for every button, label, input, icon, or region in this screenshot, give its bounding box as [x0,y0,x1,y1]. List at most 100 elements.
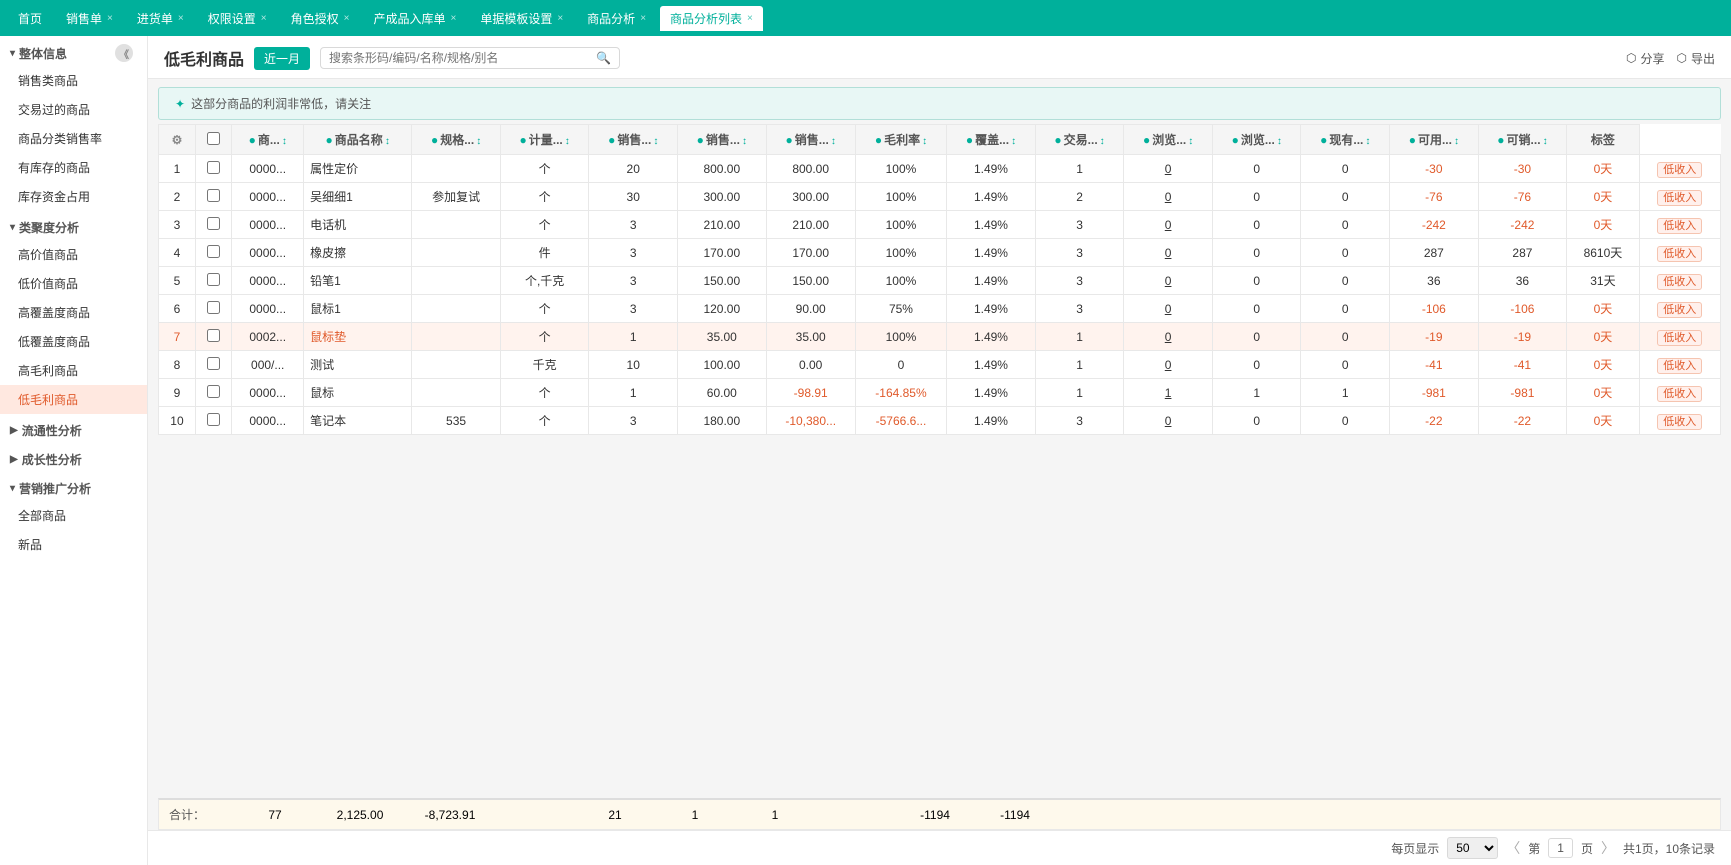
row-gross-rate: 1.49% [947,295,1036,323]
col-avail[interactable]: ●可用...↕ [1390,125,1479,155]
table-row: 10000...属性定价个20800.00800.00100%1.49%1000… [159,155,1721,183]
col-gross[interactable]: ●毛利率↕ [855,125,946,155]
export-button[interactable]: ⬡ 导出 [1677,50,1716,67]
table-container: ⚙ ●商...↕ ●商品名称↕ ●规格...↕ ●计量...↕ ●销售...↕ … [158,124,1721,798]
col-name[interactable]: ●商品名称↕ [304,125,412,155]
nav-close-analysis[interactable]: × [640,13,646,24]
nav-close-analysis-list[interactable]: × [747,13,753,24]
row-gross-rate: 1.49% [947,267,1036,295]
nav-close-roles[interactable]: × [344,13,350,24]
sidebar: ▾ 整体信息 《 销售类商品 交易过的商品 商品分类销售率 有库存的商品 库存资… [0,36,148,865]
row-gross-rate: 1.49% [947,323,1036,351]
col-browse1[interactable]: ●浏览...↕ [1124,125,1213,155]
col-settings[interactable]: ⚙ [159,125,196,155]
sidebar-group-overall[interactable]: ▾ 整体信息 《 [0,36,147,66]
col-days[interactable]: ●可销...↕ [1478,125,1567,155]
share-button[interactable]: ⬡ 分享 [1626,50,1665,67]
row-checkbox[interactable] [207,301,220,314]
nav-analysis-list[interactable]: 商品分析列表 × [660,6,763,31]
row-spec [412,267,501,295]
next-page-btn[interactable]: 〉 [1601,838,1615,858]
col-price[interactable]: ●销售...↕ [678,125,767,155]
row-checkbox[interactable] [207,413,220,426]
sidebar-item-high-value[interactable]: 高价值商品 [0,240,147,269]
nav-home[interactable]: 首页 [8,6,52,31]
trade-link[interactable]: 0 [1165,246,1172,260]
per-page-select[interactable]: 50 100 200 [1447,837,1498,859]
row-num: 7 [159,323,196,351]
nav-template[interactable]: 单据模板设置 × [470,6,573,31]
row-checkbox[interactable] [207,245,220,258]
sidebar-item-sales-goods[interactable]: 销售类商品 [0,66,147,95]
col-qty[interactable]: ●销售...↕ [589,125,678,155]
trade-link[interactable]: 0 [1165,218,1172,232]
trade-link[interactable]: 0 [1165,330,1172,344]
nav-sales[interactable]: 销售单 × [56,6,123,31]
sidebar-group-flow[interactable]: ▶ 流通性分析 [0,414,147,443]
row-checkbox[interactable] [207,273,220,286]
sidebar-item-low-coverage[interactable]: 低覆盖度商品 [0,327,147,356]
trade-link[interactable]: 0 [1165,358,1172,372]
col-sales[interactable]: ●销售...↕ [766,125,855,155]
row-checkbox-cell [195,155,231,183]
nav-close-purchase[interactable]: × [178,13,184,24]
row-checkbox[interactable] [207,357,220,370]
sidebar-group-marketing[interactable]: ▾ 营销推广分析 [0,472,147,501]
row-unit: 个 [500,379,589,407]
prev-page-btn[interactable]: 〈 [1506,838,1520,858]
trade-link[interactable]: 0 [1165,302,1172,316]
row-name: 铅笔1 [304,267,412,295]
nav-inbound[interactable]: 产成品入库单 × [363,6,466,31]
row-checkbox[interactable] [207,189,220,202]
nav-purchase[interactable]: 进货单 × [127,6,194,31]
sidebar-group-cluster[interactable]: ▾ 类聚度分析 [0,211,147,240]
current-page[interactable]: 1 [1548,838,1573,858]
sidebar-item-stock-goods[interactable]: 有库存的商品 [0,153,147,182]
sidebar-collapse-btn[interactable]: 《 [115,44,133,62]
sidebar-item-capital[interactable]: 库存资金占用 [0,182,147,211]
sidebar-item-new-goods[interactable]: 新品 [0,530,147,559]
nav-close-sales[interactable]: × [107,13,113,24]
sidebar-item-high-coverage[interactable]: 高覆盖度商品 [0,298,147,327]
trade-link[interactable]: 0 [1165,162,1172,176]
search-icon[interactable]: 🔍 [596,51,611,65]
nav-close-permissions[interactable]: × [261,13,267,24]
footer-label: 合计： [169,806,235,823]
col-browse2[interactable]: ●浏览...↕ [1212,125,1301,155]
sidebar-item-high-margin[interactable]: 高毛利商品 [0,356,147,385]
sidebar-group-growth[interactable]: ▶ 成长性分析 [0,443,147,472]
col-code[interactable]: ●商...↕ [232,125,304,155]
trade-link[interactable]: 0 [1165,274,1172,288]
col-unit[interactable]: ●计量...↕ [500,125,589,155]
row-checkbox[interactable] [207,385,220,398]
row-checkbox[interactable] [207,161,220,174]
select-all-checkbox[interactable] [207,132,220,145]
nav-permissions[interactable]: 权限设置 × [198,6,277,31]
sidebar-item-low-margin[interactable]: 低毛利商品 [0,385,147,414]
nav-close-template[interactable]: × [557,13,563,24]
sidebar-item-category-rate[interactable]: 商品分类销售率 [0,124,147,153]
trade-link[interactable]: 1 [1165,386,1172,400]
row-checkbox[interactable] [207,329,220,342]
row-checkbox[interactable] [207,217,220,230]
pagination-bar: 每页显示 50 100 200 〈 第 1 页 〉 共1页，10条记录 [148,830,1731,865]
row-code: 0000... [232,183,304,211]
row-price: 210.00 [678,211,767,239]
tag-badge: 低收入 [1657,302,1702,318]
trade-link[interactable]: 0 [1165,190,1172,204]
nav-close-inbound[interactable]: × [450,13,456,24]
col-stock[interactable]: ●现有...↕ [1301,125,1390,155]
col-trade[interactable]: ●交易...↕ [1035,125,1124,155]
sidebar-item-all-goods[interactable]: 全部商品 [0,501,147,530]
nav-roles[interactable]: 角色授权 × [281,6,360,31]
trade-link[interactable]: 0 [1165,414,1172,428]
nav-analysis[interactable]: 商品分析 × [577,6,656,31]
row-browse2: 0 [1301,351,1390,379]
search-input[interactable] [329,51,596,65]
sidebar-item-traded-goods[interactable]: 交易过的商品 [0,95,147,124]
filter-button[interactable]: 近一月 [254,47,310,70]
row-tags: 低收入 [1639,295,1720,323]
sidebar-item-low-value[interactable]: 低价值商品 [0,269,147,298]
col-coverage[interactable]: ●覆盖...↕ [947,125,1036,155]
col-spec[interactable]: ●规格...↕ [412,125,501,155]
